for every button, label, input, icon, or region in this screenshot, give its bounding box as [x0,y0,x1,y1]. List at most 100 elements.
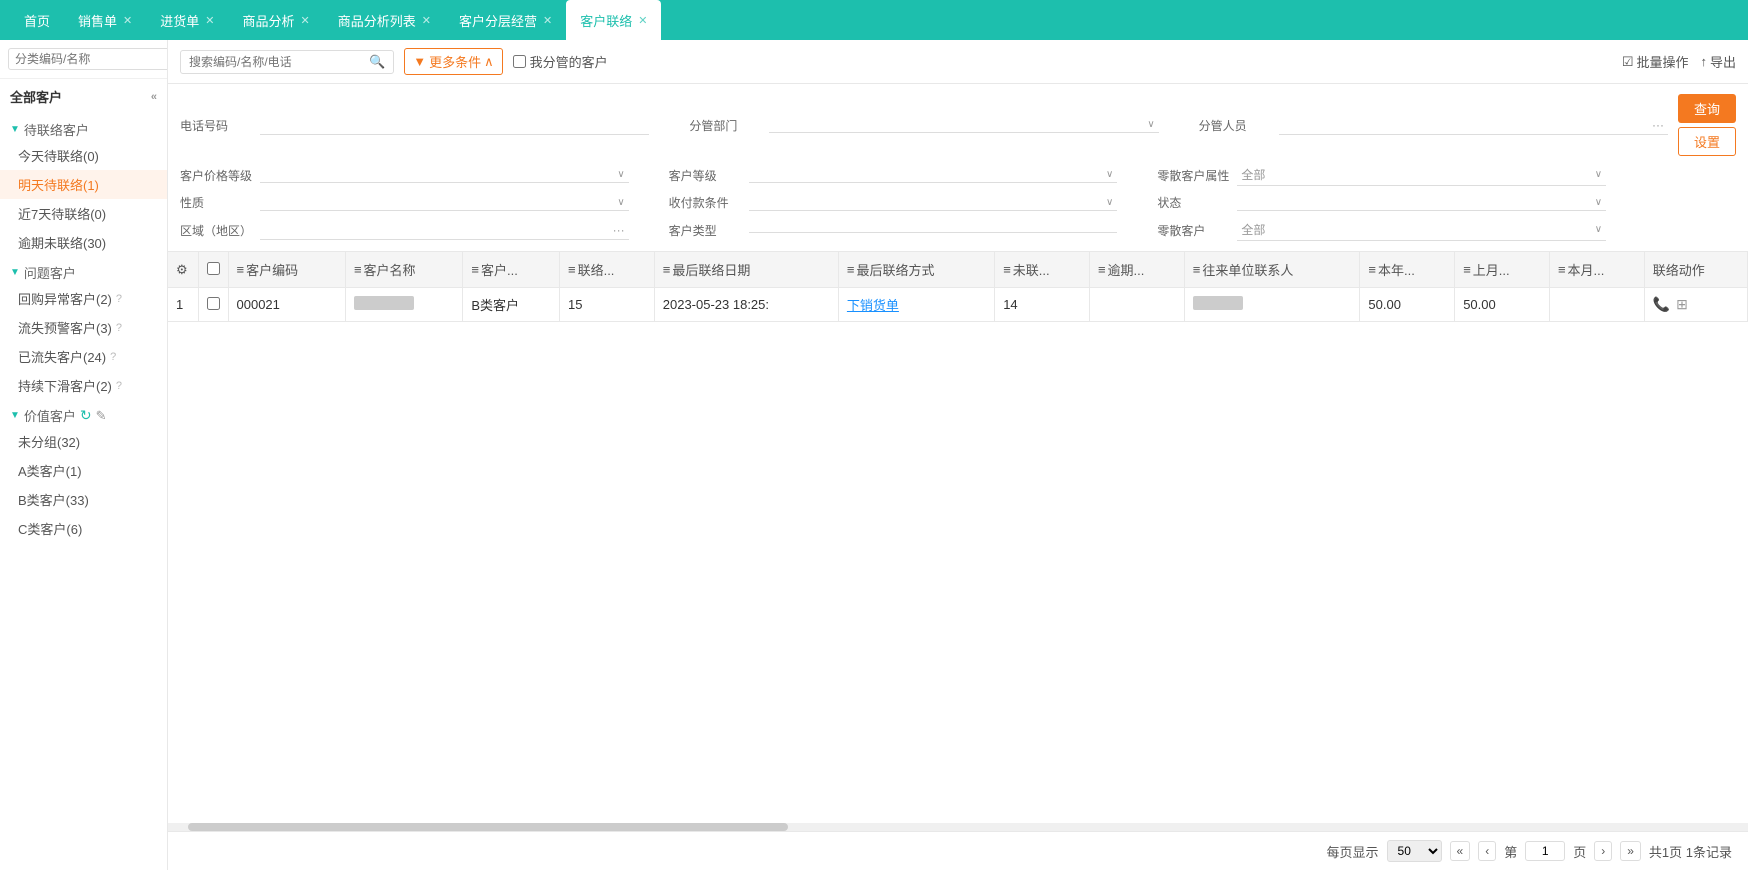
sidebar-group-pending: ▼ 待联络客户 [0,114,167,141]
help-icon-2: ? [116,322,122,334]
td-this-month [1549,288,1644,322]
first-page-btn[interactable]: « [1450,841,1471,861]
sidebar-item-declining[interactable]: 持续下滑客户(2) ? [0,371,167,400]
sidebar-item-today[interactable]: 今天待联络(0) [0,141,167,170]
filter-nature-select[interactable]: ∨ [260,195,629,211]
td-name [345,288,462,322]
th-this-month: ≡本月... [1549,252,1644,288]
filter-price-grade: 客户价格等级 ∨ [180,167,629,184]
select-all-checkbox[interactable] [207,262,220,275]
row-checkbox[interactable] [207,297,220,310]
td-contact-count: 15 [559,288,654,322]
top-nav: 首页 销售单 ✕ 进货单 ✕ 商品分析 ✕ 商品分析列表 ✕ 客户分层经营 ✕ … [0,0,1748,40]
sidebar-item-churned[interactable]: 已流失客户(24) ? [0,342,167,371]
sidebar-item-a-class[interactable]: A类客户(1) [0,456,167,485]
filter-phone-input[interactable] [260,116,649,135]
phone-action-icon[interactable]: 📞 [1653,296,1670,313]
toolbar-right: ☑ 批量操作 ↑ 导出 [1622,52,1736,71]
sidebar-item-overdue[interactable]: 逾期未联络(30) [0,228,167,257]
nav-customer-tier[interactable]: 客户分层经营 ✕ [445,0,566,40]
refresh-icon[interactable]: ↻ [80,407,92,424]
my-customers-checkbox[interactable] [513,55,526,68]
th-not-contact: ≡未联... [995,252,1090,288]
help-icon-1: ? [116,293,122,305]
table-header-row: ⚙ ≡客户编码 ≡客户名称 ≡客户... ≡联络... ≡最后联络日期 ≡最后联… [168,252,1748,288]
chevron-down-icon-8: ∨ [1595,224,1602,235]
search-box: 🔍 [180,50,394,74]
td-checkbox[interactable] [198,288,228,322]
sidebar-all-customers[interactable]: 全部客户 « [0,79,167,114]
sidebar-search-input[interactable] [8,48,168,70]
sidebar-item-b-class[interactable]: B类客户(33) [0,485,167,514]
th-last-contact-method: ≡最后联络方式 [838,252,994,288]
th-contact-person: ≡往来单位联系人 [1184,252,1360,288]
search-input[interactable] [189,55,369,69]
query-btn[interactable]: 查询 [1678,94,1736,123]
chevron-down-icon-6: ∨ [1106,197,1113,208]
close-customer-contact-icon[interactable]: ✕ [638,14,647,27]
filter-customer-grade: 客户等级 ∨ [669,167,1118,184]
td-index: 1 [168,288,198,322]
filter-customer-type: 客户类型 [669,222,1118,239]
close-customer-tier-icon[interactable]: ✕ [543,14,552,27]
filter-customer-type-select[interactable] [749,228,1118,233]
search-icon[interactable]: 🔍 [369,54,385,70]
settings-btn[interactable]: 设置 [1678,127,1736,156]
page-number-input[interactable] [1525,841,1565,861]
filter-icon: ▼ [413,54,426,69]
filter-dept-select[interactable]: ∨ [769,117,1158,133]
chevron-down-icon-1: ∨ [1147,119,1154,130]
sidebar-item-repurchase-abnormal[interactable]: 回购异常客户(2) ? [0,284,167,313]
filter-retail-customer-select[interactable]: 全部 ∨ [1237,219,1606,241]
contact-method-link[interactable]: 下销货单 [847,298,899,313]
help-icon-3: ? [110,351,116,363]
per-page-select[interactable]: 50 100 200 [1387,840,1442,862]
filter-price-grade-select[interactable]: ∨ [260,167,629,183]
batch-operation-btn[interactable]: ☑ 批量操作 [1622,52,1689,71]
filter-more-btn[interactable]: ▼ 更多条件 ∧ [404,48,502,75]
sidebar-item-ungrouped[interactable]: 未分组(32) [0,427,167,456]
nav-customer-contact[interactable]: 客户联络 ✕ [566,0,661,40]
filter-phone: 电话号码 [180,116,649,135]
th-last-contact-date: ≡最后联络日期 [654,252,838,288]
grid-action-icon[interactable]: ⊞ [1676,296,1688,313]
filter-status-select[interactable]: ∨ [1237,195,1606,211]
dots-icon-1[interactable]: ··· [1652,118,1664,132]
export-btn[interactable]: ↑ 导出 [1700,52,1736,71]
prev-page-btn[interactable]: ‹ [1478,841,1496,861]
filter-retail-attr-select[interactable]: 全部 ∨ [1237,164,1606,186]
close-purchase-icon[interactable]: ✕ [205,14,214,27]
th-action: 联络动作 [1644,252,1747,288]
nav-sales[interactable]: 销售单 ✕ [64,0,146,40]
close-sales-icon[interactable]: ✕ [123,14,132,27]
sidebar-item-tomorrow[interactable]: 明天待联络(1) [0,170,167,199]
close-analysis-list-icon[interactable]: ✕ [422,14,431,27]
td-last-contact-date: 2023-05-23 18:25: [654,288,838,322]
nav-analysis-list[interactable]: 商品分析列表 ✕ [324,0,445,40]
my-customers-checkbox-label[interactable]: 我分管的客户 [513,52,608,71]
th-overdue: ≡逾期... [1089,252,1184,288]
filter-panel: 电话号码 分管部门 ∨ 分管人员 ··· [168,84,1748,252]
filter-person-select[interactable]: ··· [1279,116,1668,135]
td-contact-person [1184,288,1360,322]
sidebar-item-c-class[interactable]: C类客户(6) [0,514,167,543]
nav-analysis[interactable]: 商品分析 ✕ [228,0,323,40]
last-page-btn[interactable]: » [1620,841,1641,861]
edit-icon[interactable]: ✎ [96,408,107,424]
chevron-up-icon: ∧ [484,54,494,70]
sidebar-item-churn-warning[interactable]: 流失预警客户(3) ? [0,313,167,342]
horizontal-scrollbar[interactable] [168,823,1748,831]
filter-region-select[interactable]: ··· [260,221,629,240]
th-checkbox[interactable] [198,252,228,288]
dots-icon-2[interactable]: ··· [613,223,625,237]
th-gear[interactable]: ⚙ [168,252,198,288]
filter-payment-select[interactable]: ∨ [749,195,1118,211]
nav-purchase[interactable]: 进货单 ✕ [146,0,228,40]
sidebar-item-7days[interactable]: 近7天待联络(0) [0,199,167,228]
scroll-thumb[interactable] [188,823,788,831]
filter-customer-grade-select[interactable]: ∨ [749,167,1118,183]
close-analysis-icon[interactable]: ✕ [301,14,310,27]
td-last-contact-method[interactable]: 下销货单 [838,288,994,322]
next-page-btn[interactable]: › [1594,841,1612,861]
nav-home[interactable]: 首页 [10,0,64,40]
